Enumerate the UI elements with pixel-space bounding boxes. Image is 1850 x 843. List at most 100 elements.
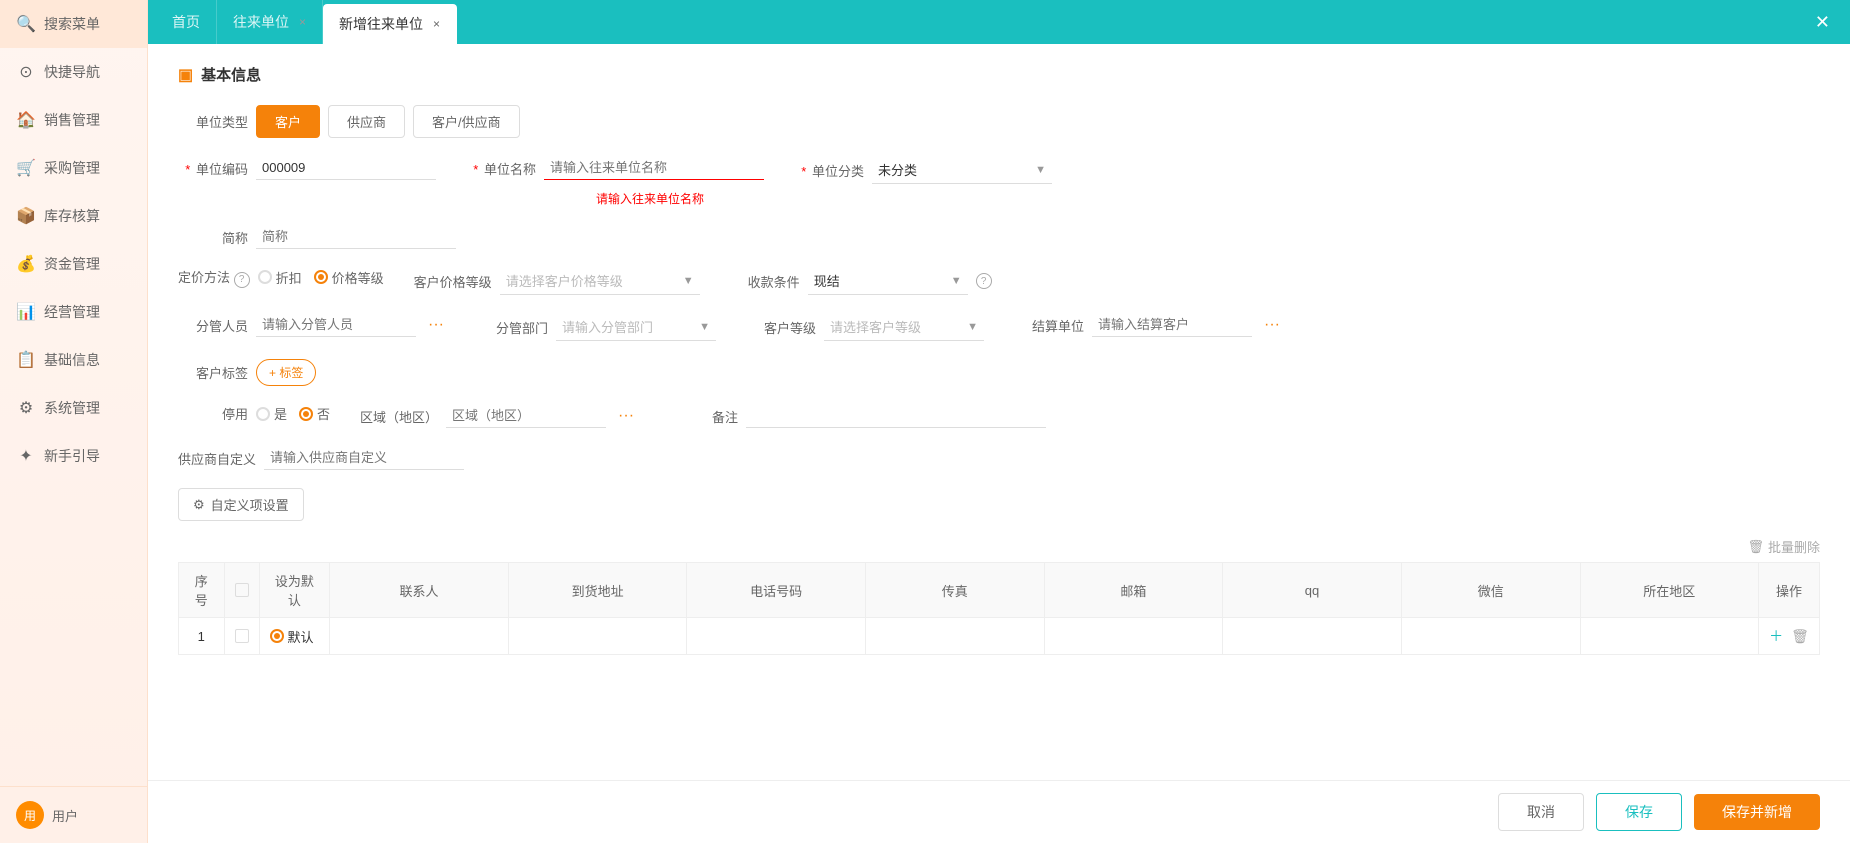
supplier-custom-input[interactable]	[264, 446, 464, 470]
sidebar-item-inventory[interactable]: 📦 库存核算	[0, 192, 147, 240]
row-qq[interactable]	[1223, 618, 1402, 655]
sidebar-item-finance[interactable]: 💰 资金管理	[0, 240, 147, 288]
sidebar-item-purchase[interactable]: 🛒 采购管理	[0, 144, 147, 192]
col-checkbox	[224, 563, 259, 618]
customer-level-label: 客户等级	[746, 318, 816, 337]
sidebar-label-finance: 资金管理	[44, 254, 100, 274]
notes-input[interactable]	[746, 404, 1046, 428]
name-label-text: 单位名称	[484, 162, 536, 177]
save-and-new-button[interactable]: 保存并新增	[1694, 794, 1820, 830]
region-dots-button[interactable]: ···	[614, 407, 638, 425]
row-delete-button[interactable]: 🗑	[1791, 628, 1809, 645]
notes-label: 备注	[668, 407, 738, 426]
customer-level-cell: 客户等级 请选择客户等级 ▼	[746, 313, 984, 341]
save-button[interactable]: 保存	[1596, 793, 1682, 831]
region-cell: 区域（地区） ···	[360, 404, 638, 428]
settlement-dots-button[interactable]: ···	[1260, 316, 1284, 334]
section-title-text: 基本信息	[201, 64, 261, 85]
tags-cell: 客户标签 + 标签	[178, 359, 316, 386]
tab-partner[interactable]: 往来单位 ×	[217, 0, 323, 44]
custom-settings-button[interactable]: ⚙ 自定义项设置	[178, 488, 304, 521]
manager-dots-button[interactable]: ···	[424, 316, 448, 334]
sidebar: 🔍 搜索菜单 ⊙ 快捷导航 🏠 销售管理 🛒 采购管理 📦 库存核算 💰 资金管…	[0, 0, 148, 843]
cancel-button[interactable]: 取消	[1498, 793, 1584, 831]
row-email-input[interactable]	[1055, 629, 1213, 644]
row-checkbox[interactable]	[235, 629, 249, 643]
pricing-price-level-label: 价格等级	[332, 268, 384, 287]
sidebar-item-operations[interactable]: 📊 经营管理	[0, 288, 147, 336]
row-actions: ＋ 🗑	[1769, 626, 1809, 646]
name-cell: * 单位名称 请输入往来单位名称	[466, 156, 764, 207]
pricing-price-level[interactable]: 价格等级	[314, 268, 384, 287]
sidebar-item-guide[interactable]: ✦ 新手引导	[0, 432, 147, 480]
gear-icon: ⚙	[193, 497, 205, 513]
tab-new-partner[interactable]: 新增往来单位 ×	[323, 4, 457, 44]
disabled-no[interactable]: 否	[299, 404, 330, 423]
row-add-button[interactable]: ＋	[1769, 626, 1783, 646]
row-phone[interactable]	[687, 618, 866, 655]
unit-btn-customer[interactable]: 客户	[256, 105, 320, 138]
row-contact[interactable]	[330, 618, 509, 655]
customer-level-select[interactable]: 请选择客户等级 ▼	[824, 313, 984, 341]
name-input[interactable]	[544, 156, 764, 180]
row-address-input[interactable]	[519, 629, 677, 644]
header-checkbox[interactable]	[235, 583, 249, 597]
row-wechat[interactable]	[1401, 618, 1580, 655]
tab-new-partner-close[interactable]: ×	[433, 17, 440, 31]
pricing-help-icon[interactable]: ?	[234, 272, 250, 288]
row-phone-input[interactable]	[697, 629, 855, 644]
disabled-label: 停用	[178, 404, 248, 423]
category-select[interactable]: 未分类 ▼	[872, 156, 1052, 184]
window-close-button[interactable]: ✕	[1803, 12, 1842, 33]
tab-new-partner-label: 新增往来单位	[339, 14, 423, 34]
batch-delete-area: 🗑 批量删除	[178, 537, 1820, 556]
sidebar-item-sales[interactable]: 🏠 销售管理	[0, 96, 147, 144]
col-fax: 传真	[865, 563, 1044, 618]
code-input[interactable]	[256, 156, 436, 180]
sidebar-item-quick-nav[interactable]: ⊙ 快捷导航	[0, 48, 147, 96]
pricing-discount[interactable]: 折扣	[258, 268, 302, 287]
row-wechat-input[interactable]	[1412, 629, 1570, 644]
unit-btn-supplier[interactable]: 供应商	[328, 105, 405, 138]
row-contact-input[interactable]	[340, 629, 498, 644]
department-cell: 分管部门 请输入分管部门 ▼	[478, 313, 716, 341]
settlement-input[interactable]	[1092, 313, 1252, 337]
tab-home[interactable]: 首页	[156, 0, 217, 44]
disabled-no-label: 否	[317, 404, 330, 423]
row-default-radio[interactable]	[270, 629, 284, 643]
payment-terms-help-icon[interactable]: ?	[976, 273, 992, 289]
sidebar-item-system[interactable]: ⚙ 系统管理	[0, 384, 147, 432]
unit-btn-both[interactable]: 客户/供应商	[413, 105, 520, 138]
disabled-yes[interactable]: 是	[256, 404, 287, 423]
row-fax[interactable]	[865, 618, 1044, 655]
pricing-label-text: 定价方法	[178, 270, 230, 285]
batch-delete-label[interactable]: 批量删除	[1768, 537, 1820, 556]
row-region-input[interactable]	[1591, 629, 1749, 644]
pricing-radio-group: 折扣 价格等级	[258, 268, 384, 287]
department-select[interactable]: 请输入分管部门 ▼	[556, 313, 716, 341]
sidebar-item-search[interactable]: 🔍 搜索菜单	[0, 0, 147, 48]
sidebar-item-basics[interactable]: 📋 基础信息	[0, 336, 147, 384]
tab-partner-close[interactable]: ×	[299, 15, 306, 29]
region-input[interactable]	[446, 404, 606, 428]
abbreviation-cell: 简称	[178, 225, 456, 249]
customer-price-level-select[interactable]: 请选择客户价格等级 ▼	[500, 267, 700, 295]
sidebar-bottom: 用 用户	[0, 786, 147, 843]
main-area: 首页 往来单位 × 新增往来单位 × ✕ ▣ 基本信息 单位类型 客户 供应商	[148, 0, 1850, 843]
basics-icon: 📋	[16, 350, 36, 370]
disabled-no-radio	[299, 407, 313, 421]
contacts-table: 序号 设为默认 联系人 到货地址 电话号码 传真 邮箱 qq 微信 所在地区 操…	[178, 562, 1820, 655]
category-label: * 单位分类	[794, 161, 864, 180]
row-address[interactable]	[508, 618, 687, 655]
add-tag-button[interactable]: + 标签	[256, 359, 316, 386]
section-basic-info: ▣ 基本信息	[178, 64, 1820, 85]
manager-input[interactable]	[256, 313, 416, 337]
row-qq-input[interactable]	[1233, 629, 1391, 644]
abbreviation-input[interactable]	[256, 225, 456, 249]
row-email[interactable]	[1044, 618, 1223, 655]
tags-row: 客户标签 + 标签	[178, 359, 1820, 386]
row-fax-input[interactable]	[876, 629, 1034, 644]
notes-cell: 备注	[668, 404, 1046, 428]
row-region[interactable]	[1580, 618, 1759, 655]
payment-terms-select[interactable]: 现结 ▼	[808, 267, 968, 295]
